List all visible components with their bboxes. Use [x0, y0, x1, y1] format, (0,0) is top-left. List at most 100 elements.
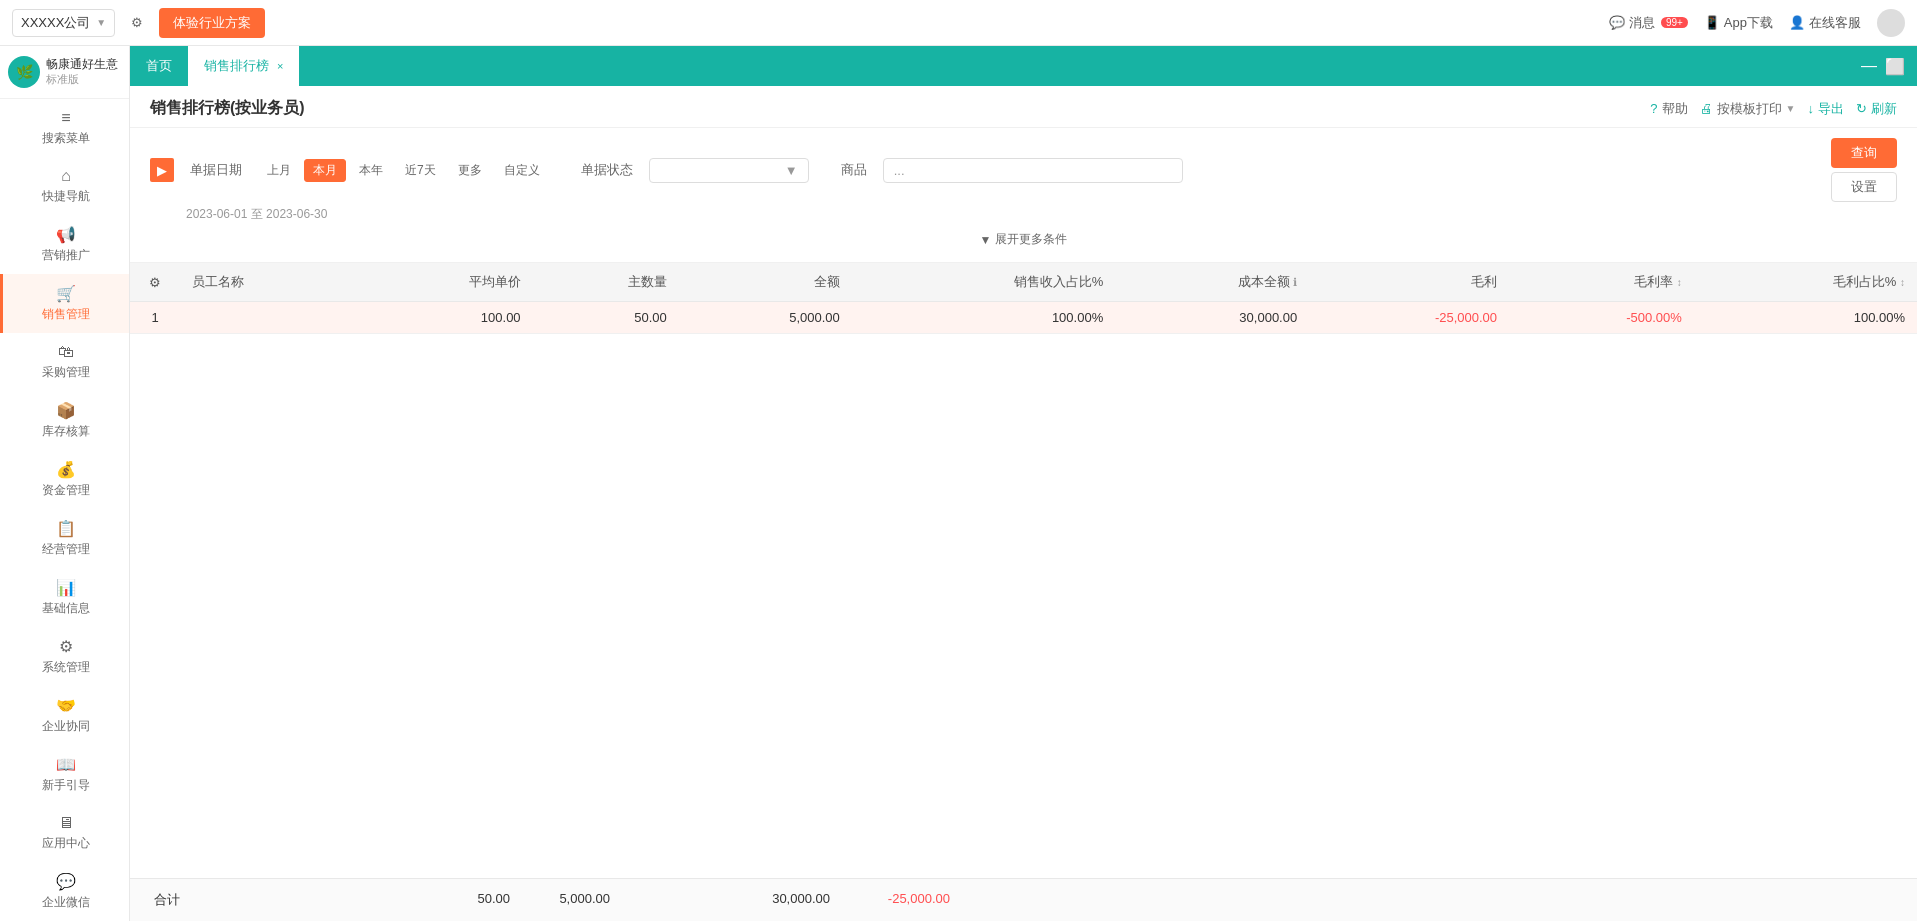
sidebar-item-purchase[interactable]: 🛍 采购管理 — [0, 333, 129, 391]
gross-rate-sort-icon[interactable]: ↕ — [1677, 277, 1682, 288]
col-employee: 员工名称 — [180, 263, 356, 302]
collab-icon: 🤝 — [56, 696, 76, 715]
template-print-button[interactable]: 🖨 按模板打印 ▼ — [1700, 100, 1796, 118]
goods-placeholder: ... — [894, 163, 1172, 178]
status-select[interactable]: ▼ — [649, 158, 809, 183]
apps-icon: 🖥 — [58, 814, 74, 832]
sidebar-item-wechat[interactable]: 💬 企业微信 — [0, 862, 129, 921]
date-filter-label: 单据日期 — [190, 161, 242, 179]
sidebar-item-apps[interactable]: 🖥 应用中心 — [0, 804, 129, 862]
finance-icon: 💰 — [56, 460, 76, 479]
sidebar-item-label: 采购管理 — [42, 364, 90, 381]
sales-icon: 🛒 — [56, 284, 76, 303]
goods-filter[interactable]: ... — [883, 158, 1183, 183]
col-cost-total: 成本全额 ℹ — [1115, 263, 1309, 302]
trial-button[interactable]: 体验行业方案 — [159, 8, 265, 38]
table-row: 1 100.00 50.00 5,000.00 100.00% 30,000.0… — [130, 302, 1917, 334]
footer-gross-rate — [962, 887, 1062, 913]
page-header: 销售排行榜(按业务员) ? 帮助 🖨 按模板打印 ▼ ↓ 导出 — [130, 86, 1917, 128]
cell-avg-price: 100.00 — [356, 302, 532, 334]
gross-pct-sort-icon[interactable]: ↕ — [1900, 277, 1905, 288]
company-selector[interactable]: XXXXX公司 ▼ — [12, 9, 115, 37]
date-range-display: 2023-06-01 至 2023-06-30 — [186, 206, 1897, 223]
refresh-button[interactable]: ↻ 刷新 — [1856, 100, 1897, 118]
sidebar-item-label: 系统管理 — [42, 659, 90, 676]
service-icon: 👤 — [1789, 15, 1805, 30]
export-button[interactable]: ↓ 导出 — [1808, 100, 1845, 118]
footer-label: 合计 — [142, 887, 362, 913]
help-icon: ? — [1650, 101, 1657, 116]
data-table: ⚙ 员工名称 平均单价 主数量 全额 销售收入占比% 成本全额 ℹ 毛利 毛利率… — [130, 263, 1917, 334]
current-year-button[interactable]: 本年 — [350, 159, 392, 182]
current-month-button[interactable]: 本月 — [304, 159, 346, 182]
last7-button[interactable]: 近7天 — [396, 159, 445, 182]
cell-total: 5,000.00 — [679, 302, 852, 334]
home-icon: ⌂ — [61, 167, 71, 185]
col-avg-price: 平均单价 — [356, 263, 532, 302]
col-gross-pct: 毛利占比% ↕ — [1694, 263, 1917, 302]
custom-date-button[interactable]: 自定义 — [495, 159, 549, 182]
footer-sales-pct — [622, 887, 722, 913]
sidebar-item-basic[interactable]: 📊 基础信息 — [0, 568, 129, 627]
chevron-down-icon: ▼ — [96, 17, 106, 28]
query-button[interactable]: 查询 — [1831, 138, 1897, 168]
setting-button[interactable]: 设置 — [1831, 172, 1897, 202]
sidebar-item-marketing[interactable]: 📢 营销推广 — [0, 215, 129, 274]
sidebar-item-inventory[interactable]: 📦 库存核算 — [0, 391, 129, 450]
cell-rank: 1 — [130, 302, 180, 334]
sidebar-item-collab[interactable]: 🤝 企业协同 — [0, 686, 129, 745]
app-download-button[interactable]: 📱 App下载 — [1704, 14, 1773, 32]
cell-main-qty: 50.00 — [533, 302, 679, 334]
col-settings[interactable]: ⚙ — [130, 263, 180, 302]
col-gross: 毛利 — [1309, 263, 1509, 302]
filter-collapse-button[interactable]: ▶ — [150, 158, 174, 182]
page-title: 销售排行榜(按业务员) — [150, 98, 305, 119]
guide-icon: 📖 — [56, 755, 76, 774]
cell-gross-rate: -500.00% — [1509, 302, 1694, 334]
sidebar-item-label: 企业微信 — [42, 894, 90, 911]
app-icon: 📱 — [1704, 15, 1720, 30]
cost-info-icon[interactable]: ℹ — [1293, 276, 1297, 288]
tab-close-icon[interactable]: × — [277, 60, 283, 72]
footer-main-qty: 50.00 — [442, 887, 522, 913]
cell-gross: -25,000.00 — [1309, 302, 1509, 334]
prev-month-button[interactable]: 上月 — [258, 159, 300, 182]
footer-avg-price — [362, 887, 442, 913]
settings-icon[interactable]: ⚙ — [123, 9, 151, 37]
more-date-button[interactable]: 更多 — [449, 159, 491, 182]
sidebar-item-system[interactable]: ⚙ 系统管理 — [0, 627, 129, 686]
sidebar-item-finance[interactable]: 💰 资金管理 — [0, 450, 129, 509]
sidebar-item-operation[interactable]: 📋 经营管理 — [0, 509, 129, 568]
sidebar-item-search[interactable]: ≡ 搜索菜单 — [0, 99, 129, 157]
tab-maximize-icon[interactable]: ⬜ — [1885, 57, 1905, 76]
tab-minimize-icon[interactable]: — — [1861, 57, 1877, 75]
marketing-icon: 📢 — [56, 225, 76, 244]
footer-cost-total: 30,000.00 — [722, 887, 842, 913]
help-button[interactable]: ? 帮助 — [1650, 100, 1687, 118]
tab-home[interactable]: 首页 — [130, 46, 188, 86]
avatar[interactable] — [1877, 9, 1905, 37]
sidebar-item-nav[interactable]: ⌂ 快捷导航 — [0, 157, 129, 215]
table-area: ⚙ 员工名称 平均单价 主数量 全额 销售收入占比% 成本全额 ℹ 毛利 毛利率… — [130, 263, 1917, 878]
expand-filters-button[interactable]: ▼ 展开更多条件 — [980, 231, 1068, 248]
online-service-button[interactable]: 👤 在线客服 — [1789, 14, 1861, 32]
sidebar-item-label: 库存核算 — [42, 423, 90, 440]
tab-sales-ranking[interactable]: 销售排行榜 × — [188, 46, 299, 86]
sidebar-item-guide[interactable]: 📖 新手引导 — [0, 745, 129, 804]
search-menu-icon: ≡ — [61, 109, 70, 127]
message-badge: 99+ — [1661, 17, 1688, 28]
footer-total: 5,000.00 — [522, 887, 622, 913]
tab-home-label: 首页 — [146, 57, 172, 75]
logo-sub: 标准版 — [46, 72, 118, 87]
sidebar-item-label: 搜索菜单 — [42, 130, 90, 147]
logo-icon: 🌿 — [8, 56, 40, 88]
sidebar-item-sales[interactable]: 🛒 销售管理 — [0, 274, 129, 333]
system-icon: ⚙ — [59, 637, 73, 656]
message-button[interactable]: 💬 消息 99+ — [1609, 14, 1688, 32]
footer-gross-pct — [1062, 887, 1162, 913]
col-total: 全额 — [679, 263, 852, 302]
print-icon: 🖨 — [1700, 101, 1713, 116]
sidebar-logo: 🌿 畅康通好生意 标准版 — [0, 46, 129, 99]
sidebar-item-label: 营销推广 — [42, 247, 90, 264]
col-main-qty: 主数量 — [533, 263, 679, 302]
